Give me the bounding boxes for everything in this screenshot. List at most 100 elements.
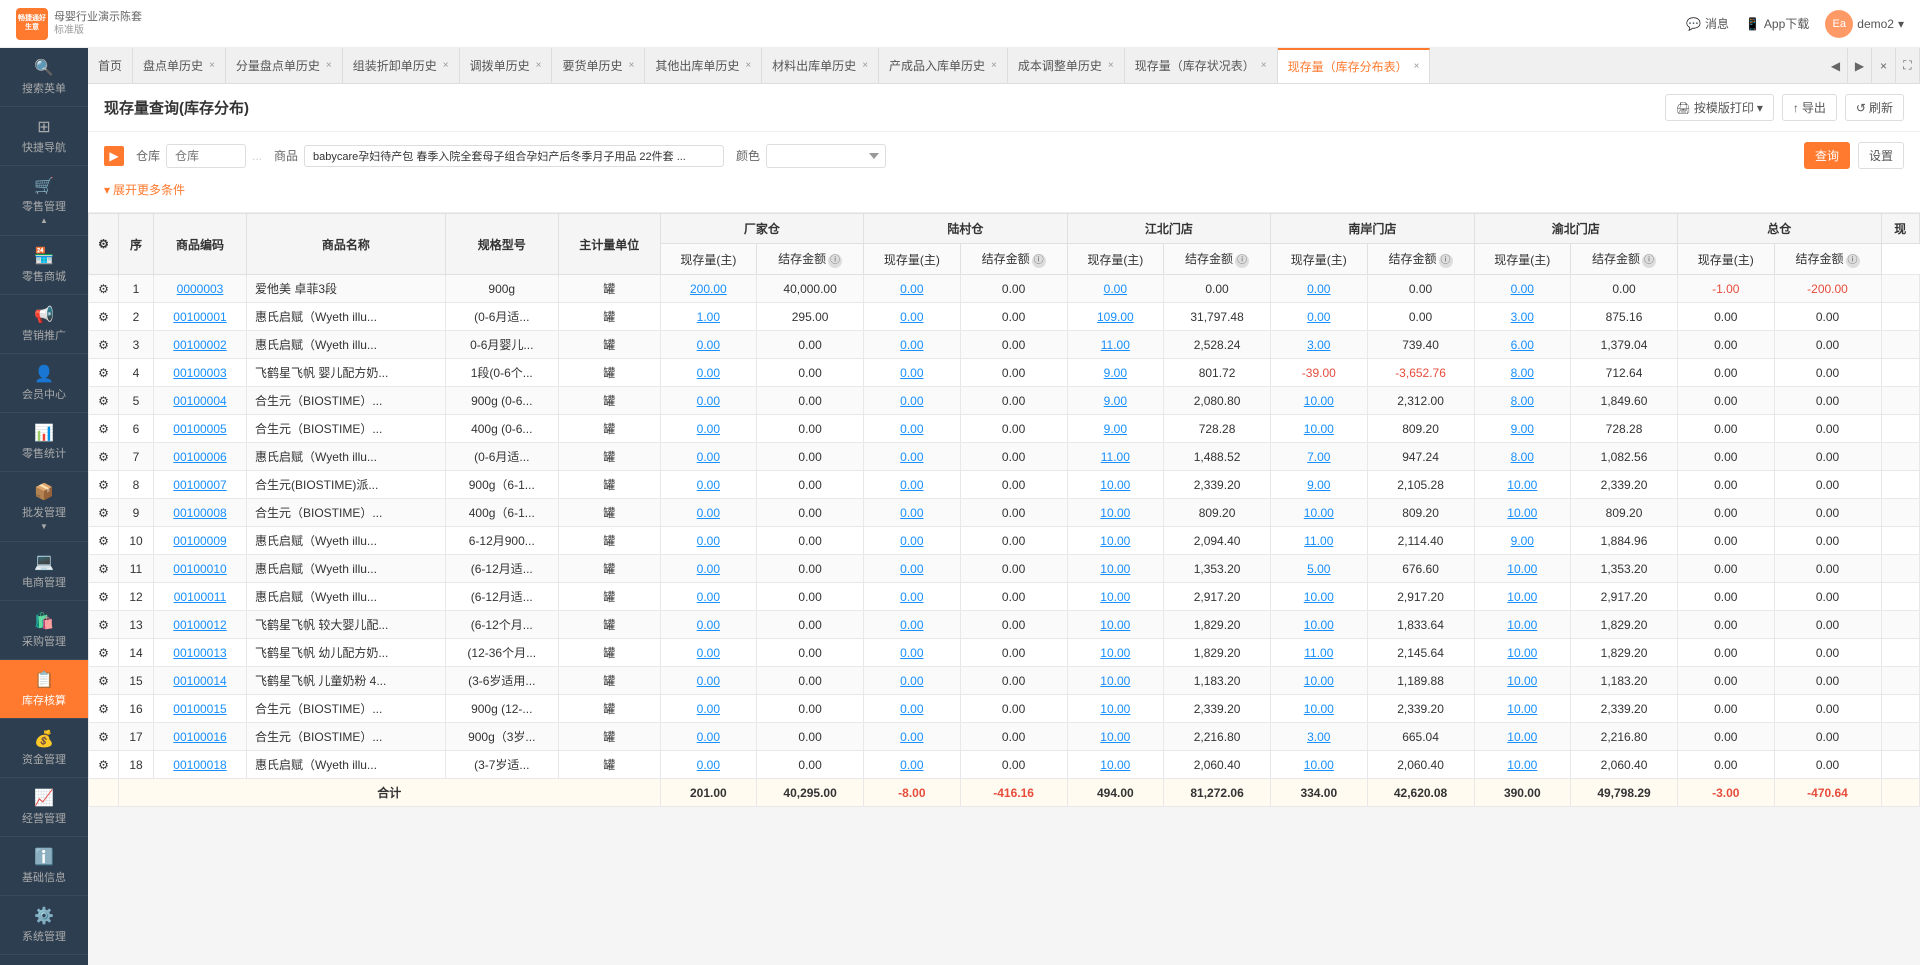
row-settings[interactable]: ⚙ xyxy=(89,471,119,499)
row-wh5-stock: 6.00 xyxy=(1474,331,1570,359)
wh4-info-icon[interactable]: ⓘ xyxy=(1439,254,1453,268)
tab-order[interactable]: 要货单历史× xyxy=(552,48,645,84)
tab-close-icon[interactable]: × xyxy=(443,60,449,71)
row-name: 飞鹤星飞帆 儿童奶粉 4... xyxy=(247,667,446,695)
tab-close-icon[interactable]: × xyxy=(862,60,868,71)
row-settings[interactable]: ⚙ xyxy=(89,611,119,639)
sidebar-item-basic-info[interactable]: ℹ️ 基础信息 xyxy=(0,837,88,896)
sidebar-item-purchase[interactable]: 🛍️ 采购管理 xyxy=(0,601,88,660)
tab-close-icon[interactable]: × xyxy=(991,60,997,71)
tab-close-icon[interactable]: × xyxy=(209,60,215,71)
row-settings[interactable]: ⚙ xyxy=(89,723,119,751)
refresh-btn[interactable]: ↺ 刷新 xyxy=(1845,94,1904,121)
row-wh4-stock: 0.00 xyxy=(1271,275,1367,303)
total-info-icon[interactable]: ⓘ xyxy=(1846,254,1860,268)
sidebar: 🔍 搜索英单 ⊞ 快捷导航 🛒 零售管理 ▲ 🏪 零售商城 📢 营销推广 👤 会… xyxy=(0,48,88,965)
tab-outbound[interactable]: 其他出库单历史× xyxy=(645,48,762,84)
wh1-info-icon[interactable]: ⓘ xyxy=(828,254,842,268)
tab-stock-status[interactable]: 现存量（库存状况表）× xyxy=(1125,48,1278,84)
expand-conditions-btn[interactable]: ▾ 展开更多条件 xyxy=(104,177,1904,202)
tab-close-icon[interactable]: × xyxy=(745,60,751,71)
col-settings-header[interactable]: ⚙ xyxy=(89,214,119,275)
row-settings[interactable]: ⚙ xyxy=(89,359,119,387)
sidebar-item-ecommerce[interactable]: 💻 电商管理 xyxy=(0,542,88,601)
tab-cost-adjust[interactable]: 成本调整单历史× xyxy=(1008,48,1125,84)
sidebar-item-members[interactable]: 👤 会员中心 xyxy=(0,354,88,413)
sidebar-item-operations[interactable]: 📈 经营管理 xyxy=(0,778,88,837)
table-container[interactable]: ⚙ 序 商品编码 商品名称 规格型号 主计量单位 厂家仓 陆村仓 江北门店 南岸… xyxy=(88,213,1920,965)
settings-btn[interactable]: 设置 xyxy=(1858,142,1904,169)
wh2-info-icon[interactable]: ⓘ xyxy=(1032,254,1046,268)
tab-close-icon[interactable]: × xyxy=(1261,60,1267,71)
total-row: 合计 201.00 40,295.00 -8.00 -416.16 494.00… xyxy=(89,779,1920,807)
tab-close-icon[interactable]: × xyxy=(326,60,332,71)
app-download-btn[interactable]: 📱 App下载 xyxy=(1745,15,1809,32)
query-btn[interactable]: 查询 xyxy=(1804,142,1850,169)
user-profile[interactable]: Ea demo2 ▾ xyxy=(1825,10,1904,38)
row-settings[interactable]: ⚙ xyxy=(89,695,119,723)
row-settings[interactable]: ⚙ xyxy=(89,331,119,359)
color-select[interactable] xyxy=(766,144,886,168)
sidebar-item-finance[interactable]: 💰 资金管理 xyxy=(0,719,88,778)
row-settings[interactable]: ⚙ xyxy=(89,555,119,583)
tab-prev-btn[interactable]: ◀ xyxy=(1824,48,1848,84)
wh5-info-icon[interactable]: ⓘ xyxy=(1642,254,1656,268)
row-wh4-amount: 947.24 xyxy=(1367,443,1474,471)
row-settings[interactable]: ⚙ xyxy=(89,751,119,779)
sidebar-item-retail-stats[interactable]: 📊 零售统计 xyxy=(0,413,88,472)
wh3-info-icon[interactable]: ⓘ xyxy=(1235,254,1249,268)
tab-product-in[interactable]: 产成品入库单历史× xyxy=(879,48,1008,84)
tab-inventory-history[interactable]: 盘点单历史× xyxy=(133,48,226,84)
sidebar-item-retail-shop[interactable]: 🏪 零售商城 xyxy=(0,236,88,295)
row-wh5-stock: 10.00 xyxy=(1474,751,1570,779)
sidebar-item-system[interactable]: ⚙️ 系统管理 xyxy=(0,896,88,955)
tab-expand-btn[interactable]: ⛶ xyxy=(1896,48,1920,84)
tab-close-icon[interactable]: × xyxy=(1414,61,1420,72)
tab-stock-distribution[interactable]: 现存量（库存分布表）× xyxy=(1278,48,1431,84)
row-settings[interactable]: ⚙ xyxy=(89,275,119,303)
row-spec: (6-12月适... xyxy=(445,555,558,583)
goods-label: 商品 xyxy=(274,147,298,164)
tab-transfer[interactable]: 调拨单历史× xyxy=(460,48,553,84)
row-settings[interactable]: ⚙ xyxy=(89,387,119,415)
toggle-expand-btn[interactable]: ▶ xyxy=(104,146,124,166)
export-btn[interactable]: ↑ 导出 xyxy=(1782,94,1837,121)
row-settings[interactable]: ⚙ xyxy=(89,499,119,527)
tab-close-all-btn[interactable]: × xyxy=(1872,48,1896,84)
row-wh5-amount: 2,339.20 xyxy=(1571,471,1678,499)
tab-assembly[interactable]: 组装折卸单历史× xyxy=(343,48,460,84)
row-settings[interactable]: ⚙ xyxy=(89,583,119,611)
row-unit: 罐 xyxy=(558,499,660,527)
sidebar-item-inventory[interactable]: 📋 库存核算 xyxy=(0,660,88,719)
tab-material-out[interactable]: 材料出库单历史× xyxy=(762,48,879,84)
row-settings[interactable]: ⚙ xyxy=(89,303,119,331)
sidebar-item-nav[interactable]: ⊞ 快捷导航 xyxy=(0,107,88,166)
sidebar-item-marketing[interactable]: 📢 营销推广 xyxy=(0,295,88,354)
col-code-header: 商品编码 xyxy=(154,214,247,275)
row-settings[interactable]: ⚙ xyxy=(89,443,119,471)
messages-btn[interactable]: 💬 消息 xyxy=(1686,15,1729,32)
row-wh2-stock: 0.00 xyxy=(864,331,960,359)
row-settings[interactable]: ⚙ xyxy=(89,527,119,555)
tab-next-btn[interactable]: ▶ xyxy=(1848,48,1872,84)
row-settings[interactable]: ⚙ xyxy=(89,667,119,695)
warehouse-input[interactable] xyxy=(166,144,246,168)
row-code: 00100004 xyxy=(154,387,247,415)
row-settings[interactable]: ⚙ xyxy=(89,415,119,443)
sidebar-item-wholesale[interactable]: 📦 批发管理 ▼ xyxy=(0,472,88,542)
row-total-amount: 0.00 xyxy=(1774,303,1881,331)
sidebar-item-search[interactable]: 🔍 搜索英单 xyxy=(0,48,88,107)
row-settings[interactable]: ⚙ xyxy=(89,639,119,667)
tab-close-icon[interactable]: × xyxy=(536,60,542,71)
tab-part-inventory[interactable]: 分量盘点单历史× xyxy=(226,48,343,84)
tab-home[interactable]: 首页 xyxy=(88,48,133,84)
goods-input[interactable] xyxy=(304,145,724,167)
sidebar-item-retail-mgmt[interactable]: 🛒 零售管理 ▲ xyxy=(0,166,88,236)
avatar: Ea xyxy=(1825,10,1853,38)
print-btn[interactable]: 🖨 按模版打印 ▾ xyxy=(1665,94,1774,121)
col-wh3-header: 江北门店 xyxy=(1067,214,1270,244)
chevron-down-icon3: ▾ xyxy=(1757,101,1763,115)
sidebar-item-collab[interactable]: 🤝 企业协同 xyxy=(0,955,88,965)
tab-close-icon[interactable]: × xyxy=(1108,60,1114,71)
tab-close-icon[interactable]: × xyxy=(628,60,634,71)
